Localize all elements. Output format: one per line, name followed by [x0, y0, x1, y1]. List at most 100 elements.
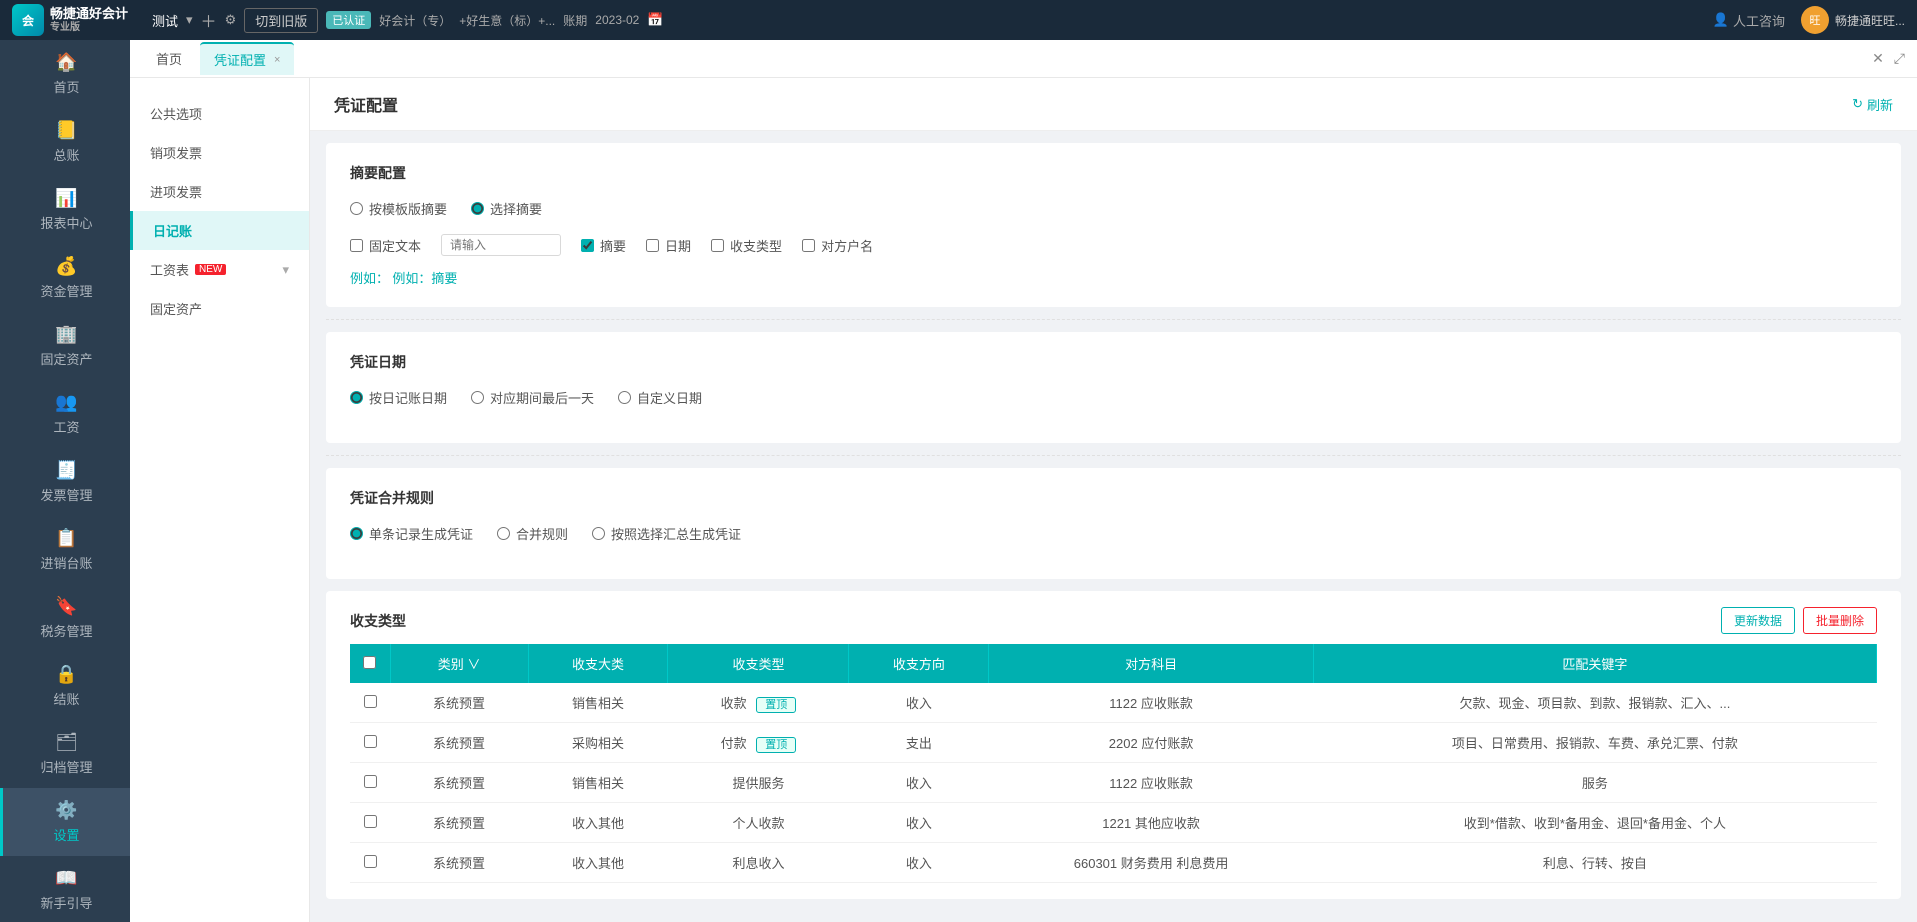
- settings-icon[interactable]: ⚙: [225, 12, 237, 28]
- sidebar-item-settings[interactable]: ⚙️ 设置: [0, 788, 130, 856]
- row-checkbox[interactable]: [364, 775, 377, 788]
- sidebar-label-ledger: 总账: [53, 145, 79, 164]
- service-label: 人工咨询: [1733, 11, 1785, 30]
- sidebar-label-invoice: 发票管理: [40, 485, 92, 504]
- sidebar-item-newbie[interactable]: 📖 新手引导: [0, 856, 130, 922]
- update-data-button[interactable]: 更新数据: [1721, 607, 1795, 634]
- left-nav-label-payroll: 工资表: [150, 260, 189, 279]
- top-bar-center: 测试 ▾ ＋ ⚙ 切到旧版 已认证 好会计（专） +好生意（标）+... 账期 …: [142, 8, 1713, 33]
- col-category[interactable]: 类别 ∨: [390, 644, 528, 683]
- summary-label: 摘要: [600, 236, 626, 255]
- newbie-icon: 📖: [55, 868, 77, 889]
- voucher-date-section: 凭证日期 按日记账日期 对应期间最后一天 自定义日期: [326, 332, 1901, 443]
- dropdown-icon[interactable]: ▾: [186, 12, 193, 28]
- sidebar-label-closing: 结账: [53, 689, 79, 708]
- fixed-text-input[interactable]: [441, 234, 561, 256]
- sidebar-item-home[interactable]: 🏠 首页: [0, 40, 130, 108]
- radio-select-summary[interactable]: 选择摘要: [471, 199, 542, 218]
- row-direction: 收入: [849, 683, 989, 723]
- left-nav-item-sales-invoice[interactable]: 销项发票: [130, 133, 309, 172]
- invoice-icon: 🧾: [55, 460, 77, 481]
- left-nav-item-purchase-invoice[interactable]: 进项发票: [130, 172, 309, 211]
- row-category: 系统预置: [390, 803, 528, 843]
- sidebar-item-invoice-mgmt[interactable]: 🧾 发票管理: [0, 448, 130, 516]
- top-bar-right: 👤 人工咨询 旺 畅捷通旺旺...: [1713, 6, 1905, 34]
- sidebar-item-purchase-sales[interactable]: 📋 进销台账: [0, 516, 130, 584]
- left-nav-item-journal[interactable]: 日记账: [130, 211, 309, 250]
- chevron-down-icon: ▾: [282, 262, 289, 278]
- add-icon[interactable]: ＋: [201, 8, 217, 32]
- tab-voucher-config[interactable]: 凭证配置 ×: [200, 42, 294, 75]
- pin-top-tag[interactable]: 置顶: [756, 737, 796, 753]
- new-badge: NEW: [195, 264, 226, 275]
- app-logo: 会 畅捷通好会计 专业版: [12, 4, 142, 36]
- checkbox-summary[interactable]: 摘要: [581, 236, 626, 255]
- switch-old-version-button[interactable]: 切到旧版: [244, 8, 318, 33]
- row-checkbox-cell: [350, 843, 390, 883]
- row-subject: 1221 其他应收款: [989, 803, 1313, 843]
- home-icon: 🏠: [55, 52, 77, 73]
- report-icon: 📊: [55, 188, 77, 209]
- window-close-button[interactable]: ✕: [1872, 50, 1884, 67]
- radio-single-record[interactable]: 单条记录生成凭证: [350, 524, 473, 543]
- tab-close-icon[interactable]: ×: [274, 54, 280, 66]
- radio-template-summary[interactable]: 按模板版摘要: [350, 199, 447, 218]
- sidebar-label-report: 报表中心: [40, 213, 92, 232]
- batch-delete-button[interactable]: 批量删除: [1803, 607, 1877, 634]
- sidebar-item-fixed-assets[interactable]: 🏢 固定资产: [0, 312, 130, 380]
- pin-top-tag[interactable]: 置顶: [756, 697, 796, 713]
- checkbox-pay-type[interactable]: 收支类型: [711, 236, 782, 255]
- left-nav-item-public[interactable]: 公共选项: [130, 94, 309, 133]
- radio-merge-rule[interactable]: 合并规则: [497, 524, 568, 543]
- radio-total-generate[interactable]: 按照选择汇总生成凭证: [592, 524, 741, 543]
- radio-custom-date[interactable]: 自定义日期: [618, 388, 702, 407]
- sidebar: 🏠 首页 📒 总账 📊 报表中心 💰 资金管理 🏢 固定资产 👥 工资 🧾 发票…: [0, 40, 130, 922]
- current-tab-name: 测试: [152, 11, 178, 30]
- period-label: 账期: [563, 12, 587, 29]
- sidebar-item-report-center[interactable]: 📊 报表中心: [0, 176, 130, 244]
- calendar-icon[interactable]: 📅: [647, 12, 663, 28]
- col-sub-type: 收支类型: [668, 644, 849, 683]
- row-checkbox[interactable]: [364, 695, 377, 708]
- row-keywords: 服务: [1313, 763, 1876, 803]
- sidebar-item-general-ledger[interactable]: 📒 总账: [0, 108, 130, 176]
- content-area: 首页 凭证配置 × ✕ ⤢ 公共选项 销项发票 进项发: [130, 40, 1917, 922]
- left-nav: 公共选项 销项发票 进项发票 日记账 工资表 NEW ▾ 固定资产: [130, 78, 310, 922]
- closing-icon: 🔒: [55, 664, 77, 685]
- window-expand-button[interactable]: ⤢: [1894, 50, 1905, 67]
- left-nav-item-payroll[interactable]: 工资表 NEW ▾: [130, 250, 309, 289]
- radio-period-last[interactable]: 对应期间最后一天: [471, 388, 594, 407]
- refresh-button[interactable]: ↻ 刷新: [1852, 95, 1893, 114]
- select-all-checkbox[interactable]: [363, 656, 376, 669]
- row-keywords: 项目、日常费用、报销款、车费、承兑汇票、付款: [1313, 723, 1876, 763]
- row-direction: 支出: [849, 723, 989, 763]
- user-info[interactable]: 旺 畅捷通旺旺...: [1801, 6, 1905, 34]
- left-nav-item-fixed-assets[interactable]: 固定资产: [130, 289, 309, 328]
- example-text: 例如： 例如：摘要: [350, 268, 1877, 287]
- row-sub-type: 个人收款: [668, 803, 849, 843]
- radio-period-last-label: 对应期间最后一天: [490, 388, 594, 407]
- config-main: 凭证配置 ↻ 刷新 摘要配置 按模板版摘要: [310, 78, 1917, 922]
- radio-journal-date[interactable]: 按日记账日期: [350, 388, 447, 407]
- sidebar-item-archive[interactable]: 🗂 归档管理: [0, 720, 130, 788]
- row-checkbox[interactable]: [364, 855, 377, 868]
- checkbox-fixed-text[interactable]: 固定文本: [350, 236, 421, 255]
- sidebar-item-tax-mgmt[interactable]: 🔖 税务管理: [0, 584, 130, 652]
- row-checkbox[interactable]: [364, 815, 377, 828]
- merge-rules-section: 凭证合并规则 单条记录生成凭证 合并规则 按照选择汇总生成凭证: [326, 468, 1901, 579]
- checkbox-date[interactable]: 日期: [646, 236, 691, 255]
- sidebar-item-payroll[interactable]: 👥 工资: [0, 380, 130, 448]
- radio-total-label: 按照选择汇总生成凭证: [611, 524, 741, 543]
- user-service-button[interactable]: 👤 人工咨询: [1713, 11, 1785, 30]
- row-main-type: 收入其他: [528, 843, 668, 883]
- left-nav-label-sales: 销项发票: [150, 143, 202, 162]
- sidebar-item-fund-mgmt[interactable]: 💰 资金管理: [0, 244, 130, 312]
- row-checkbox[interactable]: [364, 735, 377, 748]
- tab-home[interactable]: 首页: [142, 43, 196, 74]
- sidebar-label-archive: 归档管理: [40, 757, 92, 776]
- avatar: 旺: [1801, 6, 1829, 34]
- sidebar-item-closing[interactable]: 🔒 结账: [0, 652, 130, 720]
- sidebar-label-newbie: 新手引导: [40, 893, 92, 912]
- row-sub-type: 收款 置顶: [668, 683, 849, 723]
- checkbox-counterparty[interactable]: 对方户名: [802, 236, 873, 255]
